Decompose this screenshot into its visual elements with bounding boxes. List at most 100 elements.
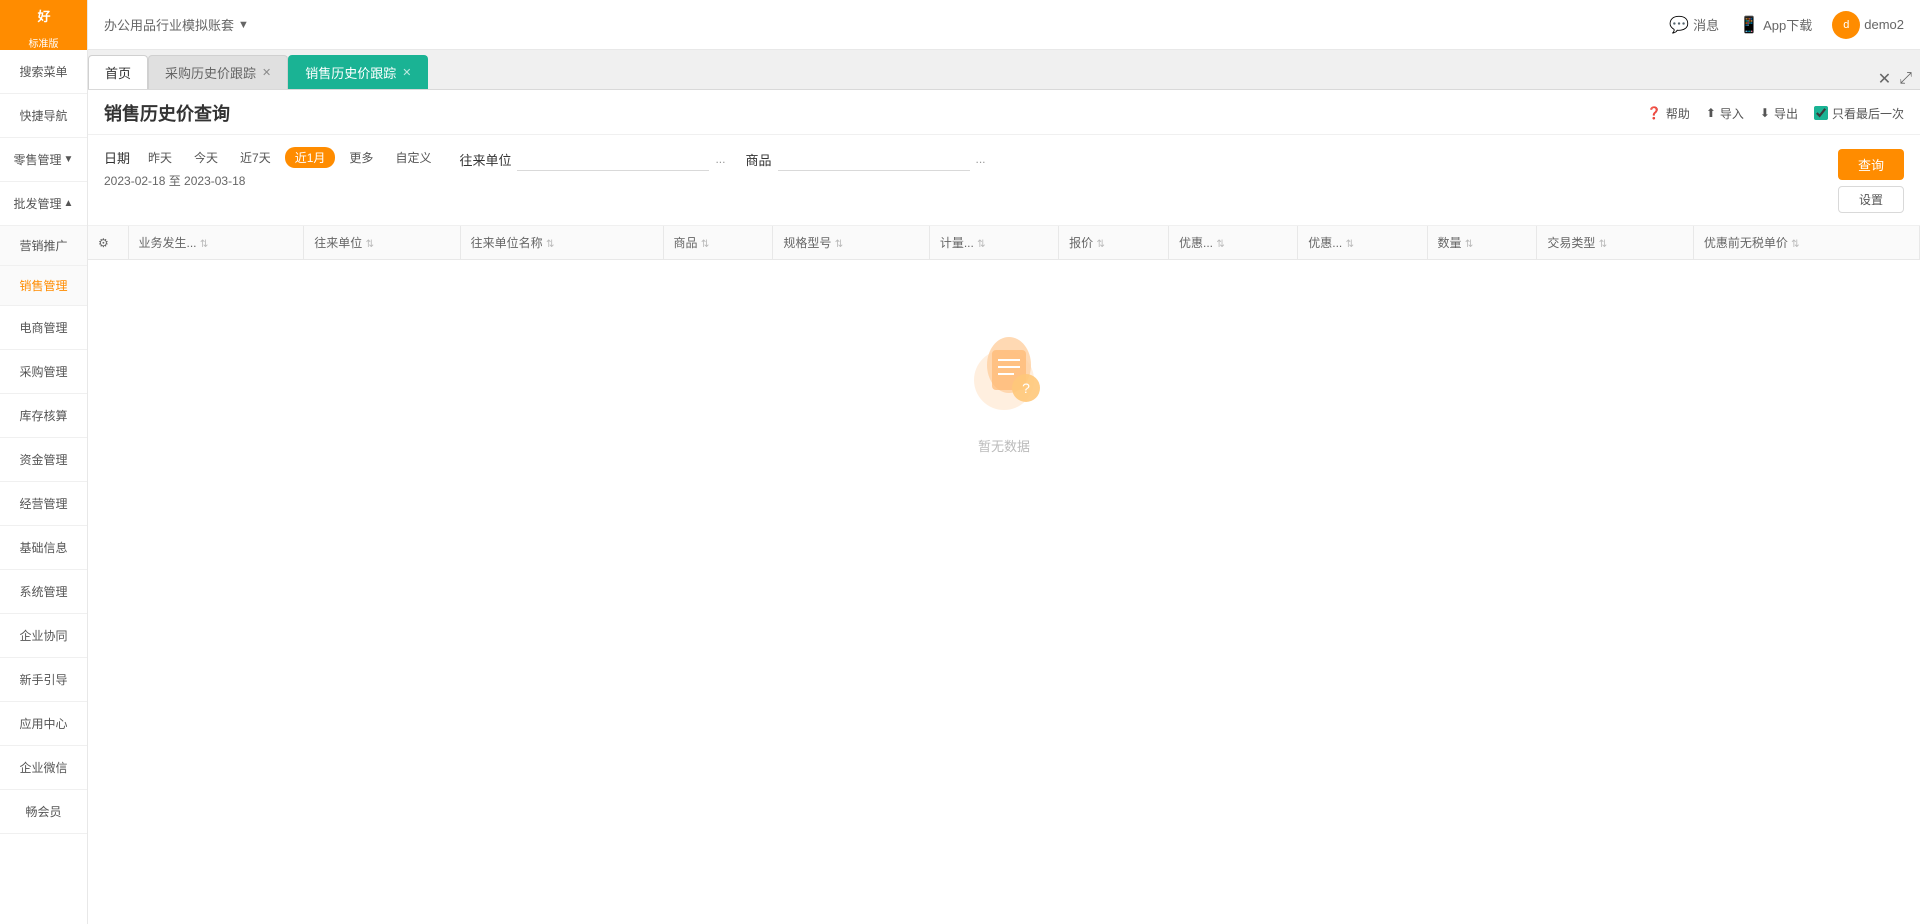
export-label: 导出 xyxy=(1774,105,1798,122)
settings-button[interactable]: 设置 xyxy=(1838,186,1904,213)
user-menu[interactable]: d demo2 xyxy=(1832,11,1904,39)
table-container: ⚙ 业务发生... ⇅ 往来单位 ⇅ 往来单位名称 ⇅ xyxy=(88,226,1920,924)
counterpart-ellipsis[interactable]: ... xyxy=(715,152,725,166)
sidebar-item-label: 系统管理 xyxy=(19,583,67,600)
counterpart-filter: 往来单位 ... xyxy=(459,147,725,171)
sort-icon: ⇅ xyxy=(200,239,208,250)
th-spec[interactable]: 规格型号 ⇅ xyxy=(773,226,929,260)
goods-ellipsis[interactable]: ... xyxy=(976,152,986,166)
logo-icon: 好 xyxy=(26,0,62,33)
tab-close-icon[interactable]: ✕ xyxy=(262,66,271,79)
empty-text: 暂无数据 xyxy=(978,436,1030,455)
tab-sales[interactable]: 销售历史价跟踪 ✕ xyxy=(288,55,428,89)
sidebar-item-label: 批发管理 xyxy=(14,195,62,212)
date-btn-1month[interactable]: 近1月 xyxy=(285,147,336,168)
last-only-text: 只看最后一次 xyxy=(1832,105,1904,122)
tab-label: 采购历史价跟踪 xyxy=(165,63,256,82)
sidebar-item-inventory[interactable]: 库存核算 xyxy=(0,394,87,438)
goods-input[interactable] xyxy=(778,147,970,171)
th-label: 交易类型 xyxy=(1547,236,1595,250)
sidebar-item-shortcut[interactable]: 快捷导航 xyxy=(0,94,87,138)
tab-purchase[interactable]: 采购历史价跟踪 ✕ xyxy=(148,55,288,89)
top-header: 办公用品行业模拟账套 ▼ 💬 消息 📱 App下载 d demo2 xyxy=(88,0,1920,50)
goods-filter: 商品 ... xyxy=(745,147,985,171)
sidebar-item-purchase[interactable]: 采购管理 xyxy=(0,350,87,394)
tab-close-icon[interactable]: ✕ xyxy=(402,66,411,79)
app-selector-text: 办公用品行业模拟账套 xyxy=(104,15,234,34)
date-btn-yesterday[interactable]: 昨天 xyxy=(140,147,180,168)
last-only-checkbox[interactable] xyxy=(1814,106,1828,120)
tab-home[interactable]: 首页 xyxy=(88,55,148,89)
sidebar-item-wholesale[interactable]: 批发管理 ▲ xyxy=(0,182,87,226)
message-button[interactable]: 💬 消息 xyxy=(1669,15,1719,35)
th-biz-date[interactable]: 业务发生... ⇅ xyxy=(128,226,304,260)
close-tab-button[interactable]: ✕ xyxy=(1878,69,1891,89)
sidebar-item-marketing[interactable]: 营销推广 xyxy=(0,226,87,266)
th-counterpart[interactable]: 往来单位 ⇅ xyxy=(304,226,460,260)
page-header-row: 销售历史价查询 ❓ 帮助 ⬆ 导入 ⬇ 导出 只看最后一次 xyxy=(88,90,1920,135)
maximize-button[interactable]: ⤢ xyxy=(1899,70,1912,88)
sidebar-item-retail[interactable]: 零售管理 ▼ xyxy=(0,138,87,182)
sidebar-item-enterprise[interactable]: 企业协同 xyxy=(0,614,87,658)
counterpart-input[interactable] xyxy=(517,147,709,171)
th-counterpart-name[interactable]: 往来单位名称 ⇅ xyxy=(460,226,663,260)
sidebar-item-label: 电商管理 xyxy=(19,319,67,336)
sidebar-item-system[interactable]: 系统管理 xyxy=(0,570,87,614)
sidebar-item-finance[interactable]: 资金管理 xyxy=(0,438,87,482)
th-settings[interactable]: ⚙ xyxy=(88,226,128,260)
sort-icon: ⇅ xyxy=(977,239,985,250)
message-label: 消息 xyxy=(1693,15,1719,34)
sidebar-item-wechat[interactable]: 企业微信 xyxy=(0,746,87,790)
sidebar-item-member[interactable]: 畅会员 xyxy=(0,790,87,834)
download-label: App下载 xyxy=(1763,15,1812,34)
help-button[interactable]: ❓ 帮助 xyxy=(1647,105,1690,122)
empty-state: ? 暂无数据 xyxy=(88,260,1920,515)
data-table: ⚙ 业务发生... ⇅ 往来单位 ⇅ 往来单位名称 ⇅ xyxy=(88,226,1920,260)
th-pre-tax-price[interactable]: 优惠前无税单价 ⇅ xyxy=(1693,226,1919,260)
th-label: 往来单位名称 xyxy=(471,236,543,250)
export-button[interactable]: ⬇ 导出 xyxy=(1760,105,1798,122)
th-unit[interactable]: 计量... ⇅ xyxy=(929,226,1058,260)
th-discount1[interactable]: 优惠... ⇅ xyxy=(1168,226,1297,260)
th-trade-type[interactable]: 交易类型 ⇅ xyxy=(1537,226,1693,260)
sidebar-item-label: 营销推广 xyxy=(19,237,67,254)
chevron-up-icon: ▲ xyxy=(64,198,74,209)
app-selector[interactable]: 办公用品行业模拟账套 ▼ xyxy=(104,15,249,34)
th-quote[interactable]: 报价 ⇅ xyxy=(1059,226,1169,260)
sidebar-item-appstore[interactable]: 应用中心 xyxy=(0,702,87,746)
sidebar-item-label: 企业微信 xyxy=(19,759,67,776)
query-button[interactable]: 查询 xyxy=(1838,149,1904,180)
date-btn-more[interactable]: 更多 xyxy=(341,147,381,168)
sidebar-item-ecommerce[interactable]: 电商管理 xyxy=(0,306,87,350)
sort-icon: ⇅ xyxy=(366,239,374,250)
sidebar-item-sales-mgmt[interactable]: 销售管理 xyxy=(0,266,87,306)
date-btn-today[interactable]: 今天 xyxy=(186,147,226,168)
sidebar-item-label: 零售管理 xyxy=(14,151,62,168)
sidebar-item-label: 搜索菜单 xyxy=(19,63,67,80)
sidebar-item-search[interactable]: 搜索菜单 xyxy=(0,50,87,94)
th-label: 业务发生... xyxy=(139,236,197,250)
sidebar-item-operations[interactable]: 经营管理 xyxy=(0,482,87,526)
sidebar-item-label: 库存核算 xyxy=(19,407,67,424)
download-button[interactable]: 📱 App下载 xyxy=(1739,15,1812,35)
date-btn-7days[interactable]: 近7天 xyxy=(232,147,279,168)
th-label: 规格型号 xyxy=(783,236,831,250)
th-qty[interactable]: 数量 ⇅ xyxy=(1427,226,1537,260)
import-button[interactable]: ⬆ 导入 xyxy=(1706,105,1744,122)
import-label: 导入 xyxy=(1720,105,1744,122)
sidebar-item-label: 基础信息 xyxy=(19,539,67,556)
th-goods[interactable]: 商品 ⇅ xyxy=(663,226,773,260)
page-title: 销售历史价查询 xyxy=(104,100,230,126)
sort-icon: ⇅ xyxy=(1346,239,1354,250)
sidebar: 好 标准版 搜索菜单 快捷导航 零售管理 ▼ 批发管理 ▲ 营销推广 销售管理 … xyxy=(0,0,88,924)
date-range-text: 2023-02-18 至 2023-03-18 xyxy=(104,172,439,189)
date-buttons-row: 日期 昨天 今天 近7天 近1月 更多 自定义 xyxy=(104,147,439,168)
th-discount2[interactable]: 优惠... ⇅ xyxy=(1298,226,1427,260)
chevron-down-icon: ▼ xyxy=(64,154,74,165)
sidebar-item-guide[interactable]: 新手引导 xyxy=(0,658,87,702)
last-only-checkbox-label[interactable]: 只看最后一次 xyxy=(1814,105,1904,122)
filter-actions: 查询 设置 xyxy=(1838,147,1904,213)
tab-bar-actions: ✕ ⤢ xyxy=(1878,69,1920,89)
date-btn-custom[interactable]: 自定义 xyxy=(387,147,439,168)
sidebar-item-basic[interactable]: 基础信息 xyxy=(0,526,87,570)
